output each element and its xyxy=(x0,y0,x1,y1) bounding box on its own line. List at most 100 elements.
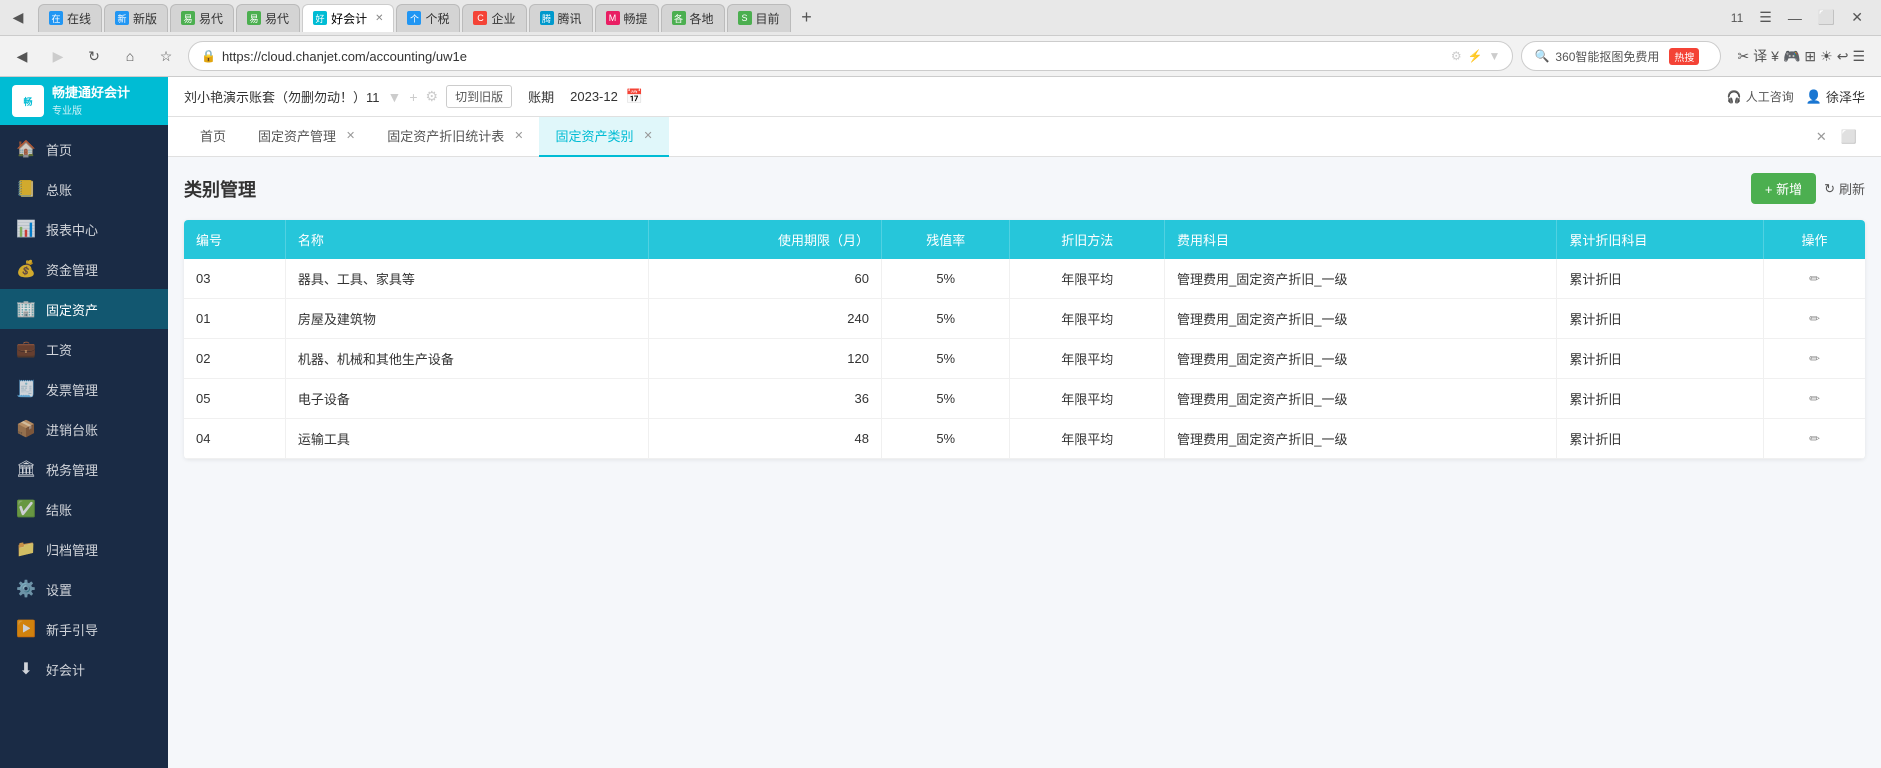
table-header-row: 编号 名称 使用期限（月） 残值率 折旧方法 费用科目 累计折旧科目 操作 xyxy=(184,220,1865,259)
forward-nav-button[interactable]: ▶ xyxy=(44,42,72,70)
brand-edition: 专业版 xyxy=(52,102,130,117)
browser-tab-haohuiji[interactable]: 好 好会计 ✕ xyxy=(302,4,394,32)
refresh-label: 刷新 xyxy=(1839,179,1865,198)
content-tab-depreciation-label: 固定资产折旧统计表 xyxy=(387,126,504,145)
sidebar-label-checkout: 结账 xyxy=(46,500,72,519)
browser-tab-xinban[interactable]: 新 新版 xyxy=(104,4,168,32)
sidebar-item-archive[interactable]: 📁 归档管理 xyxy=(0,529,168,569)
sidebar-item-inventory[interactable]: 📦 进销台账 xyxy=(0,409,168,449)
browser-tab-yidai1[interactable]: 易 易代 xyxy=(170,4,234,32)
cell-action-2[interactable]: ✏ xyxy=(1764,339,1865,379)
reload-button[interactable]: ↻ xyxy=(80,42,108,70)
url-bar[interactable]: 🔒 https://cloud.chanjet.com/accounting/u… xyxy=(188,41,1513,71)
sidebar-item-salary[interactable]: 💼 工资 xyxy=(0,329,168,369)
close-tab-asset-category[interactable]: ✕ xyxy=(644,129,653,142)
scissors-icon[interactable]: ✂ xyxy=(1737,48,1749,65)
sidebar-item-invoice[interactable]: 🧾 发票管理 xyxy=(0,369,168,409)
cell-expense-4: 管理费用_固定资产折旧_一级 xyxy=(1165,419,1557,459)
sidebar-label-salary: 工资 xyxy=(46,340,72,359)
browser-tab-gedi[interactable]: 各 各地 xyxy=(661,4,725,32)
add-category-btn[interactable]: + 新增 xyxy=(1751,173,1816,204)
headset-icon: 🎧 xyxy=(1727,90,1742,104)
sidebar-item-ledger[interactable]: 📒 总账 xyxy=(0,169,168,209)
tab-label-geshui: 个税 xyxy=(425,10,449,27)
coin-icon[interactable]: ¥ xyxy=(1771,48,1779,64)
close-tab-fixed-asset-mgr[interactable]: ✕ xyxy=(346,129,355,142)
sidebar-item-tax[interactable]: 🏛 税务管理 xyxy=(0,449,168,489)
browser-menu-btn[interactable]: ☰ xyxy=(1753,7,1778,28)
browser-tab-changti[interactable]: M 畅提 xyxy=(595,4,659,32)
sidebar-label-fixed-asset: 固定资产 xyxy=(46,300,98,319)
history-icon[interactable]: ↩ xyxy=(1837,48,1849,65)
cell-residual-3: 5% xyxy=(881,379,1009,419)
user-account-btn[interactable]: 👤 徐泽华 xyxy=(1806,87,1865,106)
close-tab-depreciation[interactable]: ✕ xyxy=(514,129,523,142)
brightness-icon[interactable]: ☀ xyxy=(1820,48,1833,65)
edit-icon-2[interactable]: ✏ xyxy=(1809,351,1820,366)
bookmark-button[interactable]: ☆ xyxy=(152,42,180,70)
ledger-icon: 📒 xyxy=(16,179,36,199)
content-tab-depreciation[interactable]: 固定资产折旧统计表 ✕ xyxy=(371,117,539,157)
content-tab-home[interactable]: 首页 xyxy=(184,117,242,157)
topbar-right: 🎧 人工咨询 👤 徐泽华 xyxy=(1727,87,1865,106)
sidebar-item-report[interactable]: 📊 报表中心 xyxy=(0,209,168,249)
content-close-btn[interactable]: ✕ xyxy=(1812,127,1831,147)
main-content: 类别管理 + 新增 ↻ 刷新 编号 名称 使用期限（月） 残值率 xyxy=(168,157,1881,768)
tab-label-zaixin: 在线 xyxy=(67,10,91,27)
edit-icon-3[interactable]: ✏ xyxy=(1809,391,1820,406)
sidebar-item-more[interactable]: ⬇ 好会计 xyxy=(0,649,168,689)
content-tab-fixed-asset-mgr[interactable]: 固定资产管理 ✕ xyxy=(242,117,371,157)
tab-close-haohuiji[interactable]: ✕ xyxy=(375,13,383,24)
sidebar-item-checkout[interactable]: ✅ 结账 xyxy=(0,489,168,529)
edit-icon-0[interactable]: ✏ xyxy=(1809,271,1820,286)
customer-service-btn[interactable]: 🎧 人工咨询 xyxy=(1727,88,1794,105)
topbar-period-label: 账期 xyxy=(528,87,554,106)
topbar-add-icon[interactable]: + xyxy=(409,89,417,105)
more-icon[interactable]: ☰ xyxy=(1852,48,1865,65)
grid-icon[interactable]: ⊞ xyxy=(1804,48,1816,65)
topbar-dropdown-icon[interactable]: ▼ xyxy=(388,89,402,105)
tab-favicon-yidai2: 易 xyxy=(247,11,261,25)
browser-tab-muqian[interactable]: S 目前 xyxy=(727,4,791,32)
game-icon[interactable]: 🎮 xyxy=(1783,48,1800,65)
minimize-btn[interactable]: — xyxy=(1782,8,1808,28)
back-nav-button[interactable]: ◀ xyxy=(8,42,36,70)
sidebar-item-home[interactable]: 🏠 首页 xyxy=(0,129,168,169)
edit-icon-1[interactable]: ✏ xyxy=(1809,311,1820,326)
sidebar-item-settings[interactable]: ⚙️ 设置 xyxy=(0,569,168,609)
sidebar-item-fixed-asset[interactable]: 🏢 固定资产 xyxy=(0,289,168,329)
topbar-calendar-icon[interactable]: 📅 xyxy=(626,88,643,105)
switch-to-old-btn[interactable]: 切到旧版 xyxy=(446,85,512,108)
tab-favicon-gedi: 各 xyxy=(672,11,686,25)
cell-name-1: 房屋及建筑物 xyxy=(285,299,648,339)
edit-icon-4[interactable]: ✏ xyxy=(1809,431,1820,446)
topbar-gear-icon[interactable]: ⚙ xyxy=(426,88,439,105)
new-tab-button[interactable]: + xyxy=(793,4,821,32)
browser-tab-zaixin[interactable]: 在 在线 xyxy=(38,4,102,32)
tab-label-qiye: 企业 xyxy=(491,10,515,27)
sidebar-label-tax: 税务管理 xyxy=(46,460,98,479)
back-button[interactable]: ◀ xyxy=(4,4,32,32)
cell-expense-1: 管理费用_固定资产折旧_一级 xyxy=(1165,299,1557,339)
content-tab-asset-category[interactable]: 固定资产类别 ✕ xyxy=(539,117,668,157)
refresh-btn[interactable]: ↻ 刷新 xyxy=(1824,173,1865,204)
sidebar-item-newguide[interactable]: ▶️ 新手引导 xyxy=(0,609,168,649)
browser-tab-tengxun[interactable]: 腾 腾讯 xyxy=(529,4,593,32)
browser-tab-geshui[interactable]: 个 个税 xyxy=(396,4,460,32)
browser-tab-qiye[interactable]: C 企业 xyxy=(462,4,526,32)
content-expand-btn[interactable]: ⬜ xyxy=(1837,127,1861,147)
sidebar-label-archive: 归档管理 xyxy=(46,540,98,559)
browser-tab-yidai2[interactable]: 易 易代 xyxy=(236,4,300,32)
restore-btn[interactable]: ⬜ xyxy=(1812,7,1841,28)
cell-action-3[interactable]: ✏ xyxy=(1764,379,1865,419)
sidebar-brand[interactable]: 畅 畅捷通好会计 专业版 xyxy=(0,77,168,125)
tab-count-badge[interactable]: 11 xyxy=(1725,9,1749,27)
cell-action-0[interactable]: ✏ xyxy=(1764,259,1865,299)
home-nav-button[interactable]: ⌂ xyxy=(116,42,144,70)
cell-action-1[interactable]: ✏ xyxy=(1764,299,1865,339)
translate-icon[interactable]: 译 xyxy=(1753,46,1767,66)
search-bar[interactable]: 🔍 360智能抠图免费用 热搜 xyxy=(1521,41,1721,71)
sidebar-item-fund[interactable]: 💰 资金管理 xyxy=(0,249,168,289)
cell-action-4[interactable]: ✏ xyxy=(1764,419,1865,459)
close-btn[interactable]: ✕ xyxy=(1845,7,1869,28)
